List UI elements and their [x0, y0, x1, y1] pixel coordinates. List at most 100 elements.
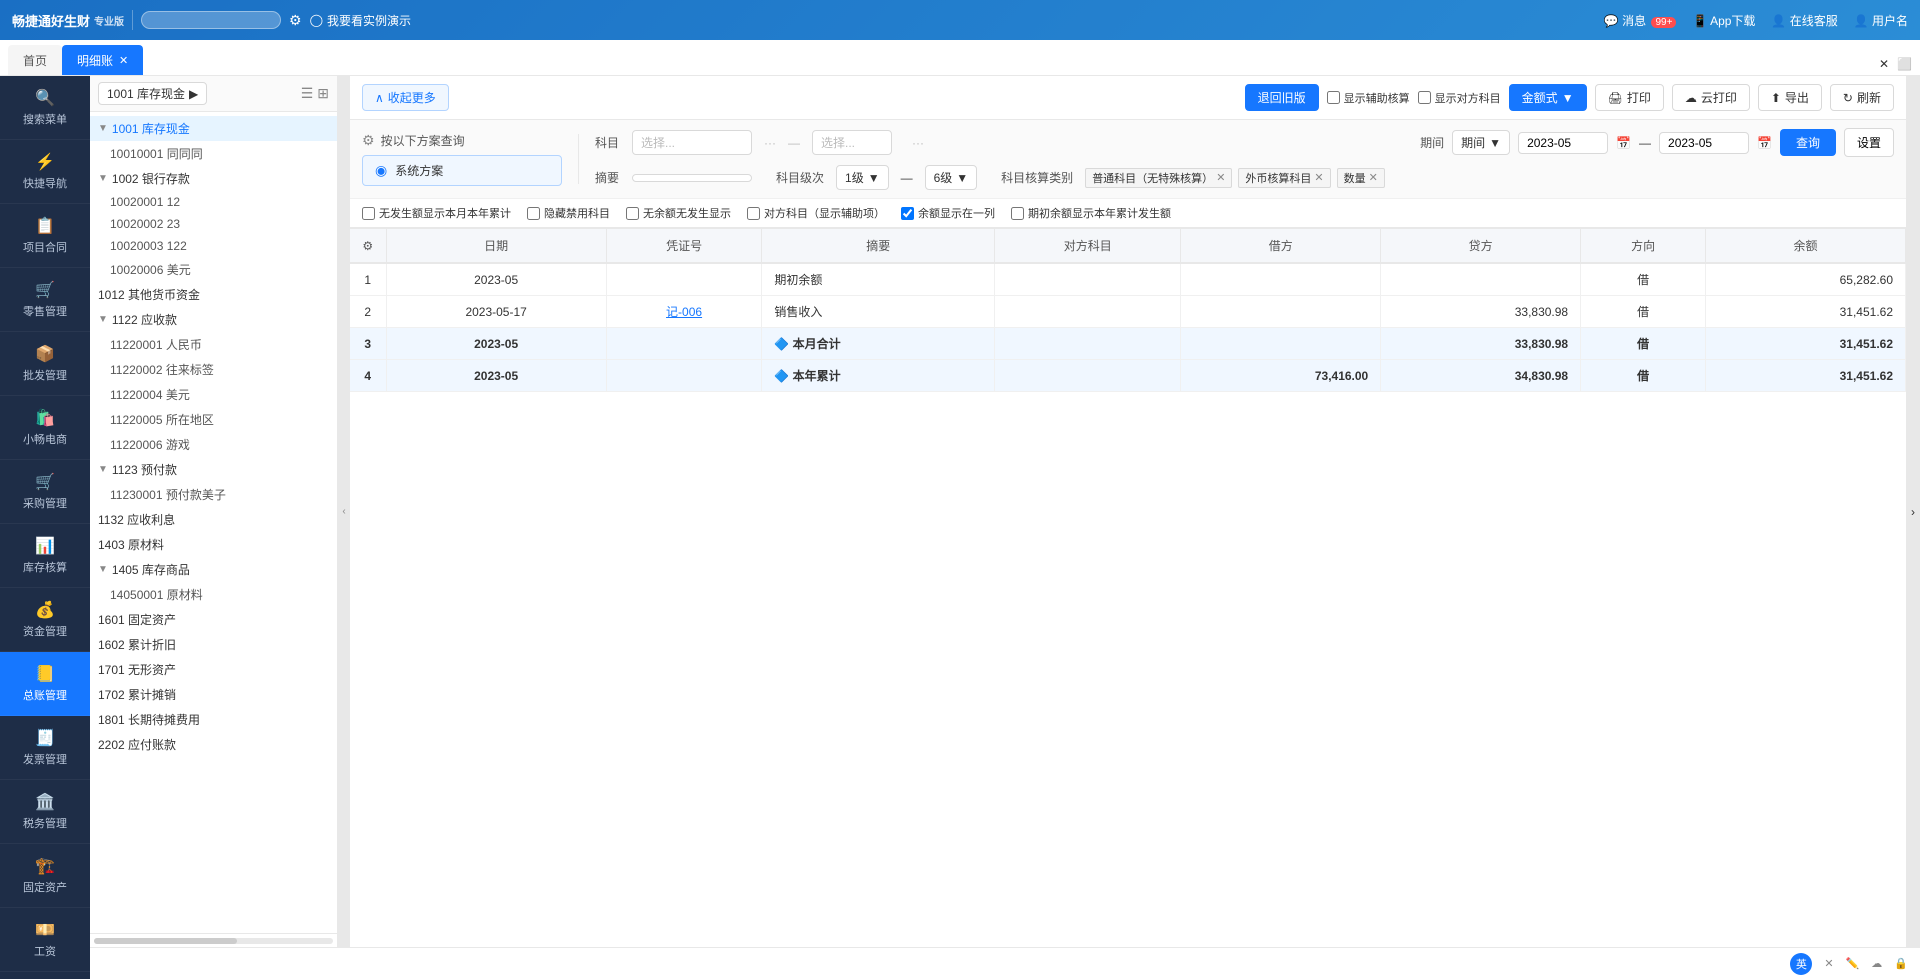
option-no-balance[interactable]: 无余额无发生显示	[626, 205, 731, 221]
tree-item-14050001[interactable]: 14050001 原材料	[90, 582, 337, 607]
subject-end-input[interactable]: 选择...	[812, 130, 892, 155]
tree-item-1601[interactable]: 1601 固定资产	[90, 607, 337, 632]
tab-detail[interactable]: 明细账 ✕	[62, 45, 143, 75]
option-no-balance-input[interactable]	[626, 207, 639, 220]
option-period-balance[interactable]: 期初余额显示本年累计发生额	[1011, 205, 1171, 221]
print-btn[interactable]: 🖨 打印	[1595, 84, 1664, 111]
tag-foreign-close[interactable]: ✕	[1314, 171, 1323, 184]
sidebar-item-purchase[interactable]: 🛒 采购管理	[0, 460, 90, 524]
export-btn[interactable]: ⬆ 导出	[1758, 84, 1822, 111]
demo-link[interactable]: ◯ 我要看实例演示	[310, 12, 411, 29]
tag-normal[interactable]: 普通科目（无特殊核算） ✕	[1085, 168, 1232, 188]
tag-quantity-close[interactable]: ✕	[1369, 171, 1378, 184]
tree-item-1002[interactable]: ▼ 1002 银行存款	[90, 166, 337, 191]
tree-item-1122[interactable]: ▼ 1122 应收款	[90, 307, 337, 332]
option-period-balance-input[interactable]	[1011, 207, 1024, 220]
tree-item-1801[interactable]: 1801 长期待摊费用	[90, 707, 337, 732]
query-btn[interactable]: 查询	[1780, 129, 1836, 156]
message-btn[interactable]: 💬 消息 99+	[1604, 12, 1677, 29]
window-maximize-btn[interactable]: ⬜	[1897, 57, 1912, 71]
collapse-more-btn[interactable]: ∧ 收起更多	[362, 84, 449, 111]
tree-item-1602[interactable]: 1602 累计折旧	[90, 632, 337, 657]
sidebar-item-operation[interactable]: 📈 经营管理	[0, 972, 90, 979]
tree-item-2202[interactable]: 2202 应付账款	[90, 732, 337, 757]
show-aux-input[interactable]	[1327, 91, 1340, 104]
period-end-input[interactable]	[1659, 132, 1749, 154]
right-collapse-bar[interactable]: ›	[1906, 76, 1920, 947]
option-no-amount[interactable]: 无发生额显示本月本年累计	[362, 205, 511, 221]
bottom-icon-1[interactable]: ✕	[1824, 957, 1833, 970]
voucher-link-2[interactable]: 记-006	[666, 305, 702, 319]
online-service-btn[interactable]: 👤 在线客服	[1771, 12, 1837, 29]
user-avatar[interactable]: 👤 用户名	[1854, 12, 1908, 29]
th-settings-icon[interactable]: ⚙	[362, 239, 373, 253]
tree-item-11230001[interactable]: 11230001 预付款美子	[90, 482, 337, 507]
tree-item-1123[interactable]: ▼ 1123 预付款	[90, 457, 337, 482]
sidebar-item-project[interactable]: 📋 项目合同	[0, 204, 90, 268]
tree-scrollbar-track[interactable]	[94, 938, 333, 944]
period-calendar-end[interactable]: 📅	[1757, 136, 1772, 150]
option-balance-col-input[interactable]	[901, 207, 914, 220]
sidebar-item-ledger[interactable]: 📒 总账管理	[0, 652, 90, 716]
option-opposite-input[interactable]	[747, 207, 760, 220]
tree-item-1001[interactable]: ▼ 1001 库存现金	[90, 116, 337, 141]
tree-item-1701[interactable]: 1701 无形资产	[90, 657, 337, 682]
option-no-amount-input[interactable]	[362, 207, 375, 220]
sidebar-item-quicknav[interactable]: ⚡ 快捷导航	[0, 140, 90, 204]
window-close-btn[interactable]: ✕	[1879, 57, 1889, 71]
tree-item-10020006[interactable]: 10020006 美元	[90, 257, 337, 282]
tree-item-1132[interactable]: 1132 应收利息	[90, 507, 337, 532]
period-calendar-start[interactable]: 📅	[1616, 136, 1631, 150]
amount-format-btn[interactable]: 金额式 ▼	[1509, 84, 1587, 111]
tree-item-10020002[interactable]: 10020002 23	[90, 213, 337, 235]
subject-level-end-select[interactable]: 6级 ▼	[925, 165, 978, 190]
tree-list-icon[interactable]: ☰	[301, 85, 314, 102]
sidebar-item-invoice[interactable]: 🧾 发票管理	[0, 716, 90, 780]
app-download-btn[interactable]: 📱 App下载	[1692, 12, 1755, 29]
sidebar-item-assets[interactable]: 🏗️ 固定资产	[0, 844, 90, 908]
sidebar-item-tax[interactable]: 🏛️ 税务管理	[0, 780, 90, 844]
tree-item-1012[interactable]: 1012 其他货币资金	[90, 282, 337, 307]
tree-item-11220006[interactable]: 11220006 游戏	[90, 432, 337, 457]
bottom-icon-3[interactable]: ☁	[1871, 957, 1882, 970]
tag-foreign[interactable]: 外币核算科目 ✕	[1238, 168, 1330, 188]
tree-item-11220002[interactable]: 11220002 往来标签	[90, 357, 337, 382]
top-settings-icon[interactable]: ⚙	[289, 12, 302, 29]
tree-item-1403[interactable]: 1403 原材料	[90, 532, 337, 557]
tree-collapse-bar[interactable]: ‹	[338, 76, 350, 947]
refresh-btn[interactable]: ↻ 刷新	[1830, 84, 1894, 111]
bottom-icon-4[interactable]: 🔒	[1894, 957, 1908, 970]
tab-home[interactable]: 首页	[8, 45, 62, 75]
tree-item-10020003[interactable]: 10020003 122	[90, 235, 337, 257]
sidebar-item-wholesale[interactable]: 📦 批发管理	[0, 332, 90, 396]
option-hide-disabled-input[interactable]	[527, 207, 540, 220]
show-opposite-input[interactable]	[1418, 91, 1431, 104]
account-selector[interactable]: 1001 库存现金 ▶	[98, 82, 207, 105]
tree-item-11220005[interactable]: 11220005 所在地区	[90, 407, 337, 432]
subject-input[interactable]: 选择...	[632, 130, 752, 155]
tree-item-10010001[interactable]: 10010001 同同同	[90, 141, 337, 166]
tag-normal-close[interactable]: ✕	[1216, 171, 1225, 184]
lang-switch-btn[interactable]: 英	[1790, 953, 1812, 975]
tree-item-1702[interactable]: 1702 累计摊销	[90, 682, 337, 707]
cloud-print-btn[interactable]: ☁ 云打印	[1672, 84, 1750, 111]
sidebar-item-retail[interactable]: 🛒 零售管理	[0, 268, 90, 332]
subject-level-start-select[interactable]: 1级 ▼	[836, 165, 889, 190]
period-type-select[interactable]: 期间 ▼	[1452, 130, 1510, 155]
period-start-input[interactable]	[1518, 132, 1608, 154]
tree-expand-icon[interactable]: ⊞	[317, 85, 329, 102]
tree-item-10020001[interactable]: 10020001 12	[90, 191, 337, 213]
tree-item-11220004[interactable]: 11220004 美元	[90, 382, 337, 407]
sidebar-item-inventory[interactable]: 📊 库存核算	[0, 524, 90, 588]
bottom-icon-2[interactable]: ✏️	[1846, 957, 1860, 970]
option-balance-col[interactable]: 余额显示在一列	[901, 205, 995, 221]
sidebar-item-finance[interactable]: 💰 资金管理	[0, 588, 90, 652]
top-search-input[interactable]	[141, 11, 281, 29]
sidebar-item-ecommerce[interactable]: 🛍️ 小畅电商	[0, 396, 90, 460]
show-aux-checkbox[interactable]: 显示辅助核算	[1327, 90, 1410, 106]
sidebar-item-salary[interactable]: 💴 工资	[0, 908, 90, 972]
tab-detail-close[interactable]: ✕	[119, 54, 128, 67]
sidebar-item-search[interactable]: 🔍 搜索菜单	[0, 76, 90, 140]
settings-btn[interactable]: 设置	[1844, 128, 1894, 157]
show-opposite-checkbox[interactable]: 显示对方科目	[1418, 90, 1501, 106]
